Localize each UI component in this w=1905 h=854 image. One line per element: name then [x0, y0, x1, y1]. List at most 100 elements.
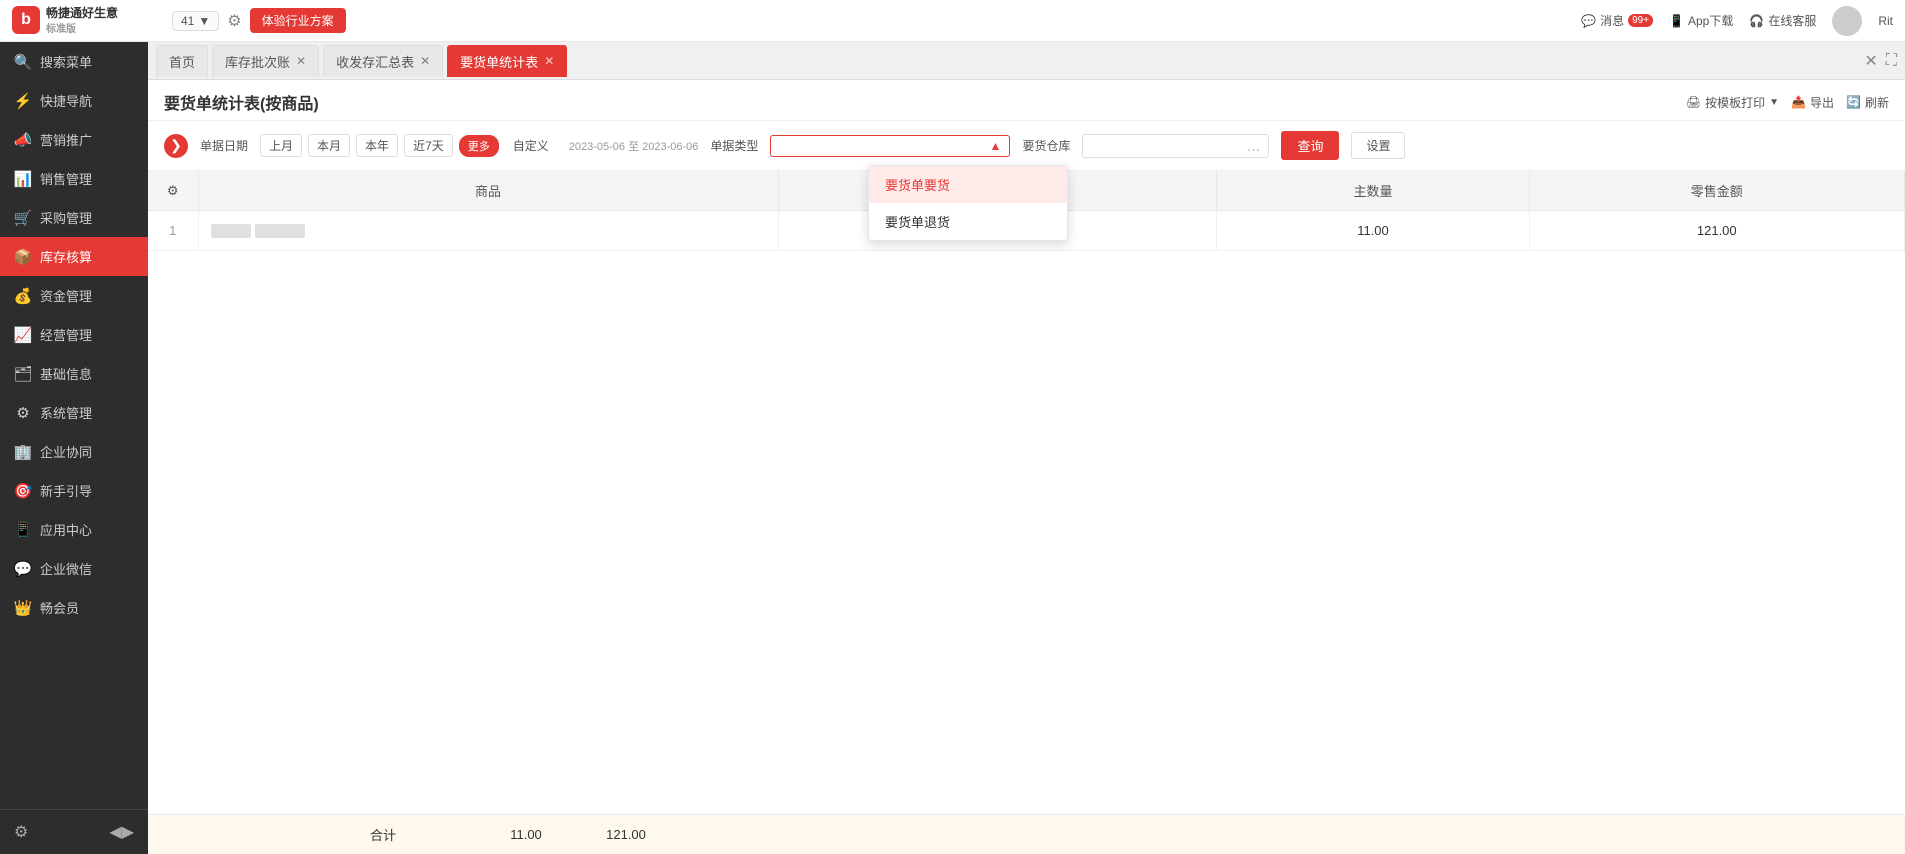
- table-container: ⚙ 商品 主计量单位 主数量 零售金额 1: [148, 171, 1905, 814]
- footer-quantity: 11.00: [476, 827, 576, 842]
- company-selector[interactable]: 41 ▼: [172, 11, 219, 31]
- apps-icon: 📱: [14, 521, 32, 539]
- tab-home[interactable]: 首页: [156, 45, 208, 77]
- sidebar-item-marketing[interactable]: 📣 营销推广: [0, 120, 148, 159]
- sidebar-item-member[interactable]: 👑 畅会员: [0, 588, 148, 627]
- sidebar-label-enterprise: 企业协同: [40, 442, 92, 461]
- avatar[interactable]: [1832, 6, 1862, 36]
- row-amount: 121.00: [1529, 211, 1904, 251]
- date-shortcuts: 上月 本月 本年 近7天 更多 自定义: [260, 134, 557, 157]
- online-service-item[interactable]: 🎧 在线客服: [1749, 12, 1816, 29]
- top-header: b 畅捷通好生意 标准版 41 ▼ ⚙ 体验行业方案 💬 消息 99+ 📱 Ap…: [0, 0, 1905, 42]
- sidebar-item-inventory[interactable]: 📦 库存核算: [0, 237, 148, 276]
- content-area: 首页 库存批次账 ✕ 收发存汇总表 ✕ 要货单统计表 ✕ ✕ ⛶ 要货: [148, 42, 1905, 854]
- sidebar-label-member: 畅会员: [40, 598, 79, 617]
- row-quantity: 11.00: [1217, 211, 1529, 251]
- tab-close-all-icon[interactable]: ✕: [1864, 51, 1877, 71]
- sidebar-item-operation[interactable]: 📈 经营管理: [0, 315, 148, 354]
- sidebar-label-inventory: 库存核算: [40, 247, 92, 266]
- date-cur-year-btn[interactable]: 本年: [356, 134, 398, 157]
- col-quantity: 主数量: [1217, 171, 1529, 211]
- type-dropdown: 要货单要货 要货单退货: [868, 165, 1068, 241]
- type-filter-arrow[interactable]: ▲: [990, 139, 1002, 153]
- tab-bar-actions: ✕ ⛶: [1864, 51, 1897, 71]
- tab-receivable-summary-label: 收发存汇总表: [336, 52, 414, 71]
- header-right: 💬 消息 99+ 📱 App下载 🎧 在线客服 Rit: [1581, 6, 1893, 36]
- chevron-down-icon: ▼: [198, 14, 210, 28]
- set-btn[interactable]: 设置: [1351, 132, 1405, 159]
- operation-icon: 📈: [14, 326, 32, 344]
- tab-requisition-stats-close[interactable]: ✕: [544, 54, 554, 68]
- query-btn[interactable]: 查询: [1281, 131, 1339, 160]
- warehouse-filter-field[interactable]: …: [1082, 134, 1269, 158]
- sidebar-label-purchase: 采购管理: [40, 208, 92, 227]
- date-cur-month-btn[interactable]: 本月: [308, 134, 350, 157]
- warehouse-more-icon[interactable]: …: [1246, 138, 1260, 154]
- row-product: [198, 211, 778, 251]
- tab-requisition-stats[interactable]: 要货单统计表 ✕: [447, 45, 567, 77]
- sidebar-item-apps[interactable]: 📱 应用中心: [0, 510, 148, 549]
- notification-item[interactable]: 💬 消息 99+: [1581, 12, 1653, 29]
- dropdown-item-requisition-order[interactable]: 要货单要货: [869, 166, 1067, 203]
- date-7days-btn[interactable]: 近7天: [404, 134, 453, 157]
- sidebar-label-apps: 应用中心: [40, 520, 92, 539]
- refresh-btn[interactable]: 🔄 刷新: [1846, 94, 1889, 111]
- user-text: Rit: [1878, 14, 1893, 28]
- tab-inventory-batch-close[interactable]: ✕: [296, 54, 306, 68]
- sidebar-item-system[interactable]: ⚙ 系统管理: [0, 393, 148, 432]
- sidebar-bottom: ⚙ ◀▶: [0, 809, 148, 854]
- sidebar-item-guide[interactable]: 🎯 新手引导: [0, 471, 148, 510]
- warehouse-filter-label: 要货仓库: [1022, 137, 1070, 154]
- sidebar-item-search[interactable]: 🔍 搜索菜单: [0, 42, 148, 81]
- page-header: 要货单统计表(按商品) 🖨 按模板打印 ▼ 📤 导出 🔄 刷新: [148, 80, 1905, 121]
- sidebar-item-enterprise[interactable]: 🏢 企业协同: [0, 432, 148, 471]
- tab-expand-icon[interactable]: ⛶: [1886, 52, 1897, 70]
- type-filter-label: 单据类型: [710, 137, 758, 154]
- guide-icon: 🎯: [14, 482, 32, 500]
- col-settings[interactable]: ⚙: [148, 171, 198, 211]
- export-btn[interactable]: 📤 导出: [1791, 94, 1834, 111]
- gear-icon[interactable]: ⚙: [227, 11, 241, 31]
- col-product: 商品: [198, 171, 778, 211]
- sidebar-label-basic: 基础信息: [40, 364, 92, 383]
- page-title: 要货单统计表(按商品): [164, 90, 319, 114]
- sidebar-item-basic[interactable]: 🗂 基础信息: [0, 354, 148, 393]
- dropdown-item-requisition-return[interactable]: 要货单退货: [869, 203, 1067, 240]
- sidebar-item-finance[interactable]: 💰 资金管理: [0, 276, 148, 315]
- sidebar-collapse-icon[interactable]: ◀▶: [109, 822, 134, 842]
- page-content: 要货单统计表(按商品) 🖨 按模板打印 ▼ 📤 导出 🔄 刷新: [148, 80, 1905, 854]
- type-filter-select[interactable]: ▲: [770, 135, 1010, 157]
- sidebar-label-sales: 销售管理: [40, 169, 92, 188]
- trial-btn[interactable]: 体验行业方案: [250, 8, 346, 33]
- date-more-btn[interactable]: 更多: [459, 135, 499, 157]
- sidebar-item-sales[interactable]: 📊 销售管理: [0, 159, 148, 198]
- header-left: b 畅捷通好生意 标准版: [12, 6, 172, 35]
- tab-inventory-batch[interactable]: 库存批次账 ✕: [212, 45, 319, 77]
- date-range-display: 2023-05-06 至 2023-06-06: [569, 138, 699, 154]
- sales-icon: 📊: [14, 170, 32, 188]
- app-download-item[interactable]: 📱 App下载: [1669, 12, 1733, 29]
- footer-amount: 121.00: [576, 827, 676, 842]
- export-icon: 📤: [1791, 95, 1806, 109]
- tab-bar: 首页 库存批次账 ✕ 收发存汇总表 ✕ 要货单统计表 ✕ ✕ ⛶: [148, 42, 1905, 80]
- system-icon: ⚙: [14, 404, 32, 422]
- type-filter-input[interactable]: [779, 139, 989, 153]
- tab-receivable-summary[interactable]: 收发存汇总表 ✕: [323, 45, 443, 77]
- tab-receivable-summary-close[interactable]: ✕: [420, 54, 430, 68]
- sidebar-item-purchase[interactable]: 🛒 采购管理: [0, 198, 148, 237]
- sidebar-settings-icon[interactable]: ⚙: [14, 822, 28, 842]
- header-center: 41 ▼ ⚙ 体验行业方案: [172, 8, 1581, 33]
- print-btn[interactable]: 🖨 按模板打印 ▼: [1686, 94, 1779, 111]
- logo-text: 畅捷通好生意: [46, 6, 118, 20]
- date-prev-month-btn[interactable]: 上月: [260, 134, 302, 157]
- page-actions: 🖨 按模板打印 ▼ 📤 导出 🔄 刷新: [1686, 94, 1889, 111]
- export-label: 导出: [1810, 94, 1834, 111]
- filter-toggle-btn[interactable]: ❯: [164, 134, 188, 158]
- sidebar-item-wechat[interactable]: 💬 企业微信: [0, 549, 148, 588]
- sidebar-label-system: 系统管理: [40, 403, 92, 422]
- warehouse-filter-input[interactable]: [1091, 139, 1246, 153]
- sidebar-item-shortcuts[interactable]: ⚡ 快捷导航: [0, 81, 148, 120]
- refresh-label: 刷新: [1865, 94, 1889, 111]
- basic-icon: 🗂: [14, 365, 32, 383]
- date-custom-btn[interactable]: 自定义: [505, 135, 557, 156]
